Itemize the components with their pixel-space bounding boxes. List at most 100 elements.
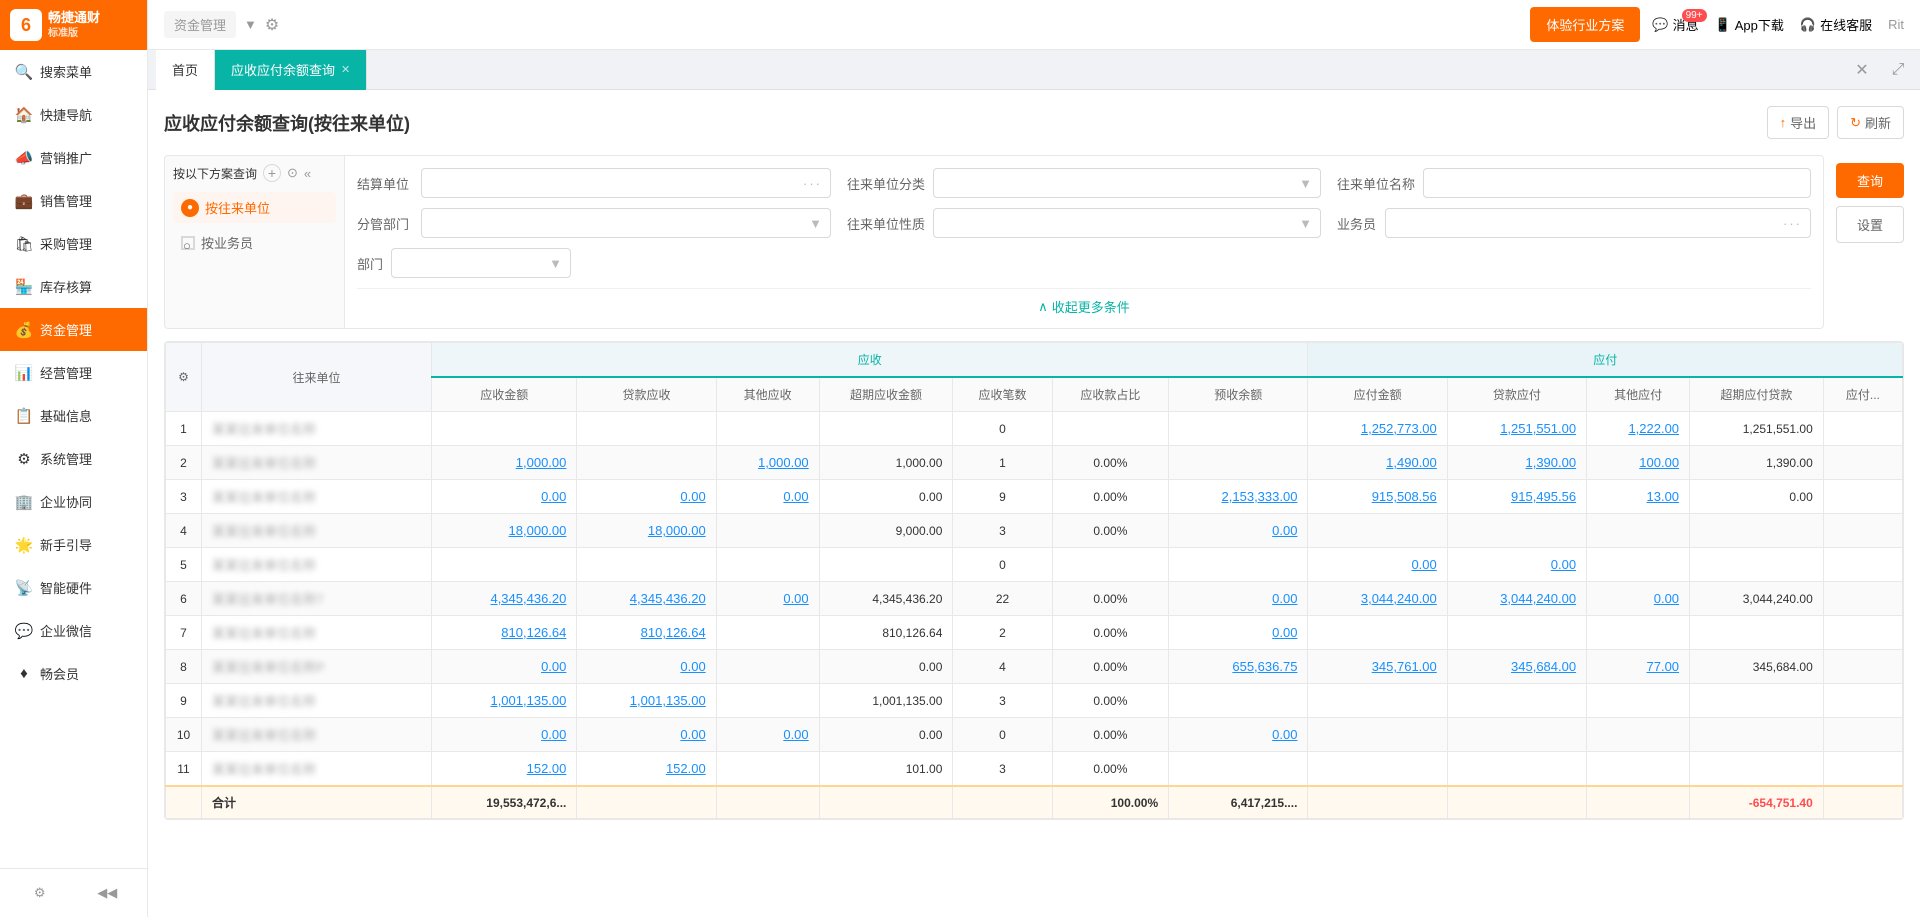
- filter-division-input[interactable]: ▼: [421, 208, 831, 238]
- online-service-btn[interactable]: 🎧 在线客服: [1800, 15, 1872, 34]
- table-row: 9某某往来单位名称1,001,135.001,001,135.001,001,1…: [166, 684, 1903, 718]
- col-ap-other: 其他应付: [1587, 377, 1690, 412]
- filter-department: 部门 ▼: [357, 248, 831, 278]
- smart-hw-icon: 📡: [16, 580, 32, 596]
- footer-label: 合计: [202, 786, 432, 819]
- vip-icon: ♦: [16, 666, 32, 682]
- sidebar-item-wechat[interactable]: 💬 企业微信: [0, 609, 147, 652]
- refresh-btn[interactable]: ↻ 刷新: [1837, 106, 1904, 139]
- tab-close-icon[interactable]: ✕: [341, 63, 350, 76]
- export-btn[interactable]: ↑ 导出: [1767, 106, 1830, 139]
- table-row: 7某某往来单位名称810,126.64810,126.64810,126.642…: [166, 616, 1903, 650]
- export-icon: ↑: [1780, 115, 1787, 130]
- col-settings[interactable]: ⚙: [166, 343, 202, 412]
- table-row: 1某某往来单位名称01,252,773.001,251,551.001,222.…: [166, 412, 1903, 446]
- filter-partner-name-label: 往来单位名称: [1337, 174, 1415, 193]
- try-industry-btn[interactable]: 体验行业方案: [1530, 7, 1640, 42]
- enterprise-icon: 🏢: [16, 494, 32, 510]
- topnav-gear-icon[interactable]: ⚙: [265, 15, 279, 35]
- partner-name: 某某往来单位名称: [202, 718, 432, 752]
- query-button[interactable]: 查询: [1836, 163, 1904, 198]
- query-tab-by-partner[interactable]: ● 按往来单位: [173, 192, 336, 223]
- filter-area: 按以下方案查询 + ⊙ « ● 按往来单位 ○ 按业务员: [164, 155, 1904, 329]
- sidebar-item-enterprise[interactable]: 🏢 企业协同: [0, 480, 147, 523]
- sidebar-item-label: 销售管理: [40, 191, 92, 210]
- topnav-breadcrumb: 资金管理: [164, 11, 236, 38]
- sidebar-item-quick-nav[interactable]: 🏠 快捷导航: [0, 93, 147, 136]
- filter-partner-name: 往来单位名称: [1337, 168, 1811, 198]
- sidebar-item-search-menu[interactable]: 🔍 搜索菜单: [0, 50, 147, 93]
- sidebar-item-finance[interactable]: 💰 资金管理: [0, 308, 147, 351]
- message-badge: 99+: [1682, 9, 1707, 22]
- filter-partner-nature-input[interactable]: ▼: [933, 208, 1321, 238]
- filter-division-dropdown-icon: ▼: [809, 216, 822, 231]
- partner-name: 某某往来单位名称: [202, 684, 432, 718]
- filter-collapse-icon[interactable]: «: [304, 166, 311, 181]
- tab-ar-ap[interactable]: 应收应付余额查询 ✕: [215, 50, 367, 90]
- footer-ap-amount: [1308, 786, 1447, 819]
- table-footer-row: 合计 19,553,472,6... 100.00% 6,417,215....: [166, 786, 1903, 819]
- filter-partner-category-input[interactable]: ▼: [933, 168, 1321, 198]
- filter-partner-category: 往来单位分类 ▼: [847, 168, 1321, 198]
- logo-text: 畅捷通财 标准版: [48, 10, 100, 40]
- sidebar-item-label: 畅会员: [40, 664, 79, 683]
- col-ar-count: 应收笔数: [953, 377, 1052, 412]
- query-tab-by-salesperson-label: 按业务员: [201, 233, 253, 252]
- sidebar-item-marketing[interactable]: 📣 营销推广: [0, 136, 147, 179]
- partner-name: 某某往来单位名称: [202, 548, 432, 582]
- col-ar-overdue: 超期应收金额: [819, 377, 953, 412]
- filter-division-label: 分管部门: [357, 214, 413, 233]
- sidebar-item-inventory[interactable]: 🏪 库存核算: [0, 265, 147, 308]
- sidebar-item-system[interactable]: ⚙ 系统管理: [0, 437, 147, 480]
- sidebar-item-label: 新手引导: [40, 535, 92, 554]
- filter-salesperson-input[interactable]: ···: [1385, 208, 1811, 238]
- filter-options-icon[interactable]: ⊙: [287, 165, 298, 181]
- refresh-icon: ↻: [1850, 115, 1861, 131]
- data-table-container: ⚙ 往来单位 应收 应付 应收金额 贷款应收 其他应收 超期应收金额 应收笔数 …: [164, 341, 1904, 820]
- sidebar-item-purchase[interactable]: 🛍 采购管理: [0, 222, 147, 265]
- sidebar-item-guide[interactable]: 🌟 新手引导: [0, 523, 147, 566]
- table-row: 4某某往来单位名称18,000.0018,000.009,000.0030.00…: [166, 514, 1903, 548]
- message-btn[interactable]: 💬 消息 99+: [1652, 15, 1698, 34]
- filter-settlement-unit-label: 结算单位: [357, 174, 413, 193]
- col-ap-amount: 应付金额: [1308, 377, 1447, 412]
- tab-close-window-btn[interactable]: ✕: [1848, 56, 1876, 84]
- filter-department-input[interactable]: ▼: [391, 248, 571, 278]
- sidebar-item-smart-hw[interactable]: 📡 智能硬件: [0, 566, 147, 609]
- filter-partner-nature-label: 往来单位性质: [847, 214, 925, 233]
- sidebar-item-label: 企业微信: [40, 621, 92, 640]
- filter-add-btn[interactable]: +: [263, 164, 281, 182]
- sidebar-settings-btn[interactable]: ⚙: [10, 879, 70, 907]
- quick-nav-icon: 🏠: [16, 107, 32, 123]
- tab-home[interactable]: 首页: [156, 50, 215, 90]
- query-tab-by-salesperson[interactable]: ○ 按业务员: [173, 227, 336, 258]
- tab-ar-ap-label: 应收应付余额查询: [231, 60, 335, 79]
- page-title: 应收应付余额查询(按往来单位): [164, 110, 410, 136]
- col-group-payable: 应付: [1308, 343, 1903, 378]
- sidebar-collapse-btn[interactable]: ◀◀: [78, 879, 138, 907]
- setting-button[interactable]: 设置: [1836, 206, 1904, 243]
- filter-collapse-btn[interactable]: ∧ 收起更多条件: [1038, 297, 1130, 316]
- app-download-btn[interactable]: 📱 App下载: [1715, 15, 1784, 34]
- query-tab-by-partner-label: 按往来单位: [205, 198, 270, 217]
- sidebar-item-label: 经营管理: [40, 363, 92, 382]
- filter-partner-name-input[interactable]: [1423, 168, 1811, 198]
- filter-department-label: 部门: [357, 254, 383, 273]
- col-ar-amount: 应收金额: [432, 377, 577, 412]
- sidebar-item-sales[interactable]: 💼 销售管理: [0, 179, 147, 222]
- filter-header-label: 按以下方案查询: [173, 165, 257, 182]
- sidebar-item-label: 资金管理: [40, 320, 92, 339]
- breadcrumb-arrow-icon[interactable]: ▼: [244, 17, 257, 32]
- filter-grid: 结算单位 ··· 往来单位分类 ▼ 往来单位名称: [357, 168, 1811, 278]
- sidebar-item-basic-info[interactable]: 📋 基础信息: [0, 394, 147, 437]
- filter-settlement-unit-input[interactable]: ···: [421, 168, 831, 198]
- filter-dropdown-icon: ▼: [1299, 176, 1312, 191]
- filter-salesperson-label: 业务员: [1337, 214, 1377, 233]
- col-group-receivable: 应收: [432, 343, 1308, 378]
- footer-ar-loan: [577, 786, 716, 819]
- sidebar-item-vip[interactable]: ♦ 畅会员: [0, 652, 147, 695]
- page: 应收应付余额查询(按往来单位) ↑ 导出 ↻ 刷新 按: [148, 90, 1920, 917]
- sidebar-item-operations[interactable]: 📊 经营管理: [0, 351, 147, 394]
- tab-expand-btn[interactable]: ⤢: [1884, 56, 1912, 84]
- footer-ap-total: -654,751.40: [1690, 786, 1824, 819]
